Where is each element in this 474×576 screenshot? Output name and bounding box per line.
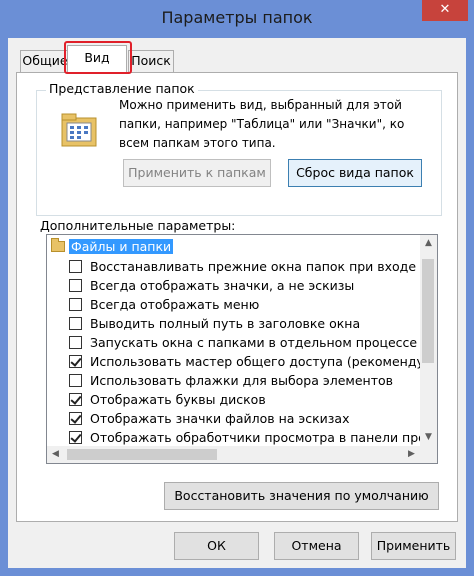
tab-general[interactable]: Общие (20, 50, 70, 72)
scroll-up-icon[interactable]: ▲ (420, 235, 437, 252)
list-item[interactable]: Запускать окна с папками в отдельном про… (69, 333, 417, 352)
checkbox-checked[interactable] (69, 355, 82, 368)
list-item-label: Всегда отображать значки, а не эскизы (90, 278, 355, 293)
list-item[interactable]: Всегда отображать меню (69, 295, 259, 314)
restore-defaults-button[interactable]: Восстановить значения по умолчанию (164, 482, 439, 510)
list-item[interactable]: Восстанавливать прежние окна папок при в… (69, 257, 438, 276)
checkbox-checked[interactable] (69, 412, 82, 425)
apply-button[interactable]: Применить (371, 532, 456, 560)
tab-view-highlight (64, 41, 132, 74)
checkbox-checked[interactable] (69, 393, 82, 406)
list-item[interactable]: Использовать мастер общего доступа (реко… (69, 352, 438, 371)
list-item[interactable]: Всегда отображать значки, а не эскизы (69, 276, 354, 295)
checkbox[interactable] (69, 317, 82, 330)
close-button[interactable]: ✕ (422, 0, 468, 21)
list-item-label: Всегда отображать меню (90, 297, 260, 312)
dialog-body: Общие Вид Поиск Представление папок Можн… (8, 38, 466, 568)
checkbox[interactable] (69, 374, 82, 387)
list-item-label: Отображать значки файлов на эскизах (90, 411, 350, 426)
window-title: Параметры папок (161, 8, 313, 27)
tree-folder-label: Файлы и папки (69, 239, 174, 254)
scroll-left-icon[interactable]: ◀ (47, 446, 64, 463)
folder-icon (51, 238, 65, 252)
list-item-label: Выводить полный путь в заголовке окна (90, 316, 361, 331)
folder-options-window: Параметры папок ✕ Общие Вид Поиск Предст… (0, 0, 474, 576)
list-item-label: Запускать окна с папками в отдельном про… (90, 335, 418, 350)
vertical-scrollbar[interactable]: ▲ ▼ (420, 235, 437, 446)
checkbox[interactable] (69, 260, 82, 273)
checkbox[interactable] (69, 279, 82, 292)
horizontal-scroll-thumb[interactable] (67, 449, 217, 460)
checkbox[interactable] (69, 298, 82, 311)
checkbox-checked[interactable] (69, 431, 82, 444)
apply-to-folders-button[interactable]: Применить к папкам (123, 159, 271, 187)
folder-view-description: Можно применить вид, выбранный для этой … (119, 98, 405, 150)
title-bar[interactable]: Параметры папок ✕ (0, 0, 474, 38)
folder-view-icon (61, 113, 97, 147)
list-item-label: Восстанавливать прежние окна папок при в… (90, 259, 438, 274)
list-item-label: Отображать буквы дисков (90, 392, 266, 407)
advanced-settings-label: Дополнительные параметры: (40, 218, 236, 233)
tree-folder-files-folders[interactable]: Файлы и папки (51, 237, 174, 256)
scrollbar-corner (420, 446, 437, 463)
checkbox[interactable] (69, 336, 82, 349)
list-item-label: Отображать обработчики просмотра в панел… (90, 430, 438, 445)
horizontal-scrollbar[interactable]: ◀ ▶ (47, 446, 420, 463)
list-item[interactable]: Выводить полный путь в заголовке окна (69, 314, 360, 333)
scroll-down-icon[interactable]: ▼ (420, 429, 437, 446)
list-item[interactable]: Отображать значки файлов на эскизах (69, 409, 350, 428)
list-item-label: Использовать флажки для выбора элементов (90, 373, 394, 388)
list-item[interactable]: Отображать обработчики просмотра в панел… (69, 428, 438, 447)
cancel-button[interactable]: Отмена (274, 532, 359, 560)
scroll-right-icon[interactable]: ▶ (403, 446, 420, 463)
list-item[interactable]: Отображать буквы дисков (69, 390, 266, 409)
tab-search[interactable]: Поиск (128, 50, 174, 72)
ok-button[interactable]: ОК (174, 532, 259, 560)
list-item[interactable]: Использовать флажки для выбора элементов (69, 371, 393, 390)
vertical-scroll-thumb[interactable] (422, 259, 434, 363)
folder-view-group-title: Представление папок (46, 81, 198, 96)
reset-folders-button[interactable]: Сброс вида папок (288, 159, 422, 187)
list-item-label: Использовать мастер общего доступа (реко… (90, 354, 438, 369)
advanced-settings-tree[interactable]: Файлы и папки Восстанавливать прежние ок… (46, 234, 438, 464)
